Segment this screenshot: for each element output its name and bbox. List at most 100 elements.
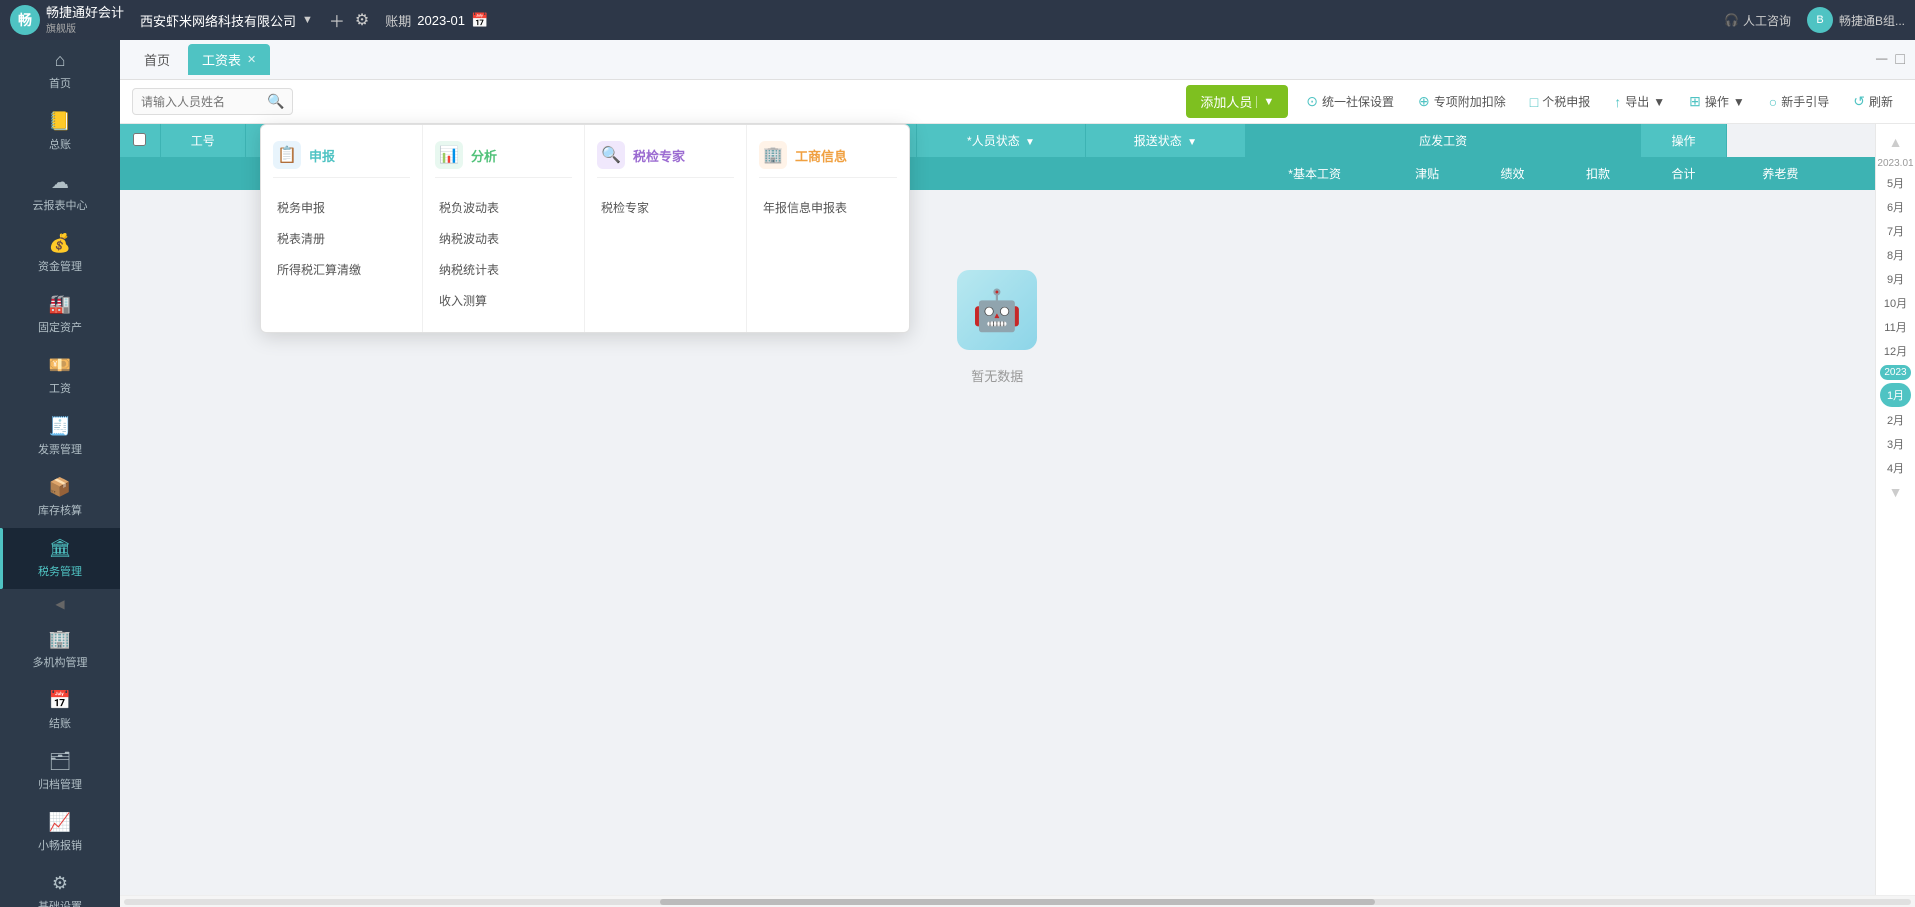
invoice-icon: 🧾	[49, 416, 71, 437]
timeline-up-nav[interactable]: ▲	[1885, 130, 1907, 154]
tab-salary-close[interactable]: ✕	[247, 53, 256, 66]
add-icon[interactable]: ＋	[329, 8, 345, 32]
social-security-icon: ⊙	[1306, 93, 1318, 110]
sidebar-collapse-btn[interactable]: ◀	[0, 589, 120, 619]
th-checkbox[interactable]	[120, 124, 160, 157]
sidebar-item-ledger[interactable]: 📒 总账	[0, 101, 120, 162]
tax-expert-header-icon: 🔍	[597, 141, 625, 169]
timeline-month-9[interactable]: 9月	[1876, 267, 1915, 291]
th-person-status: *人员状态 ▼	[917, 124, 1086, 157]
timeline-month-4[interactable]: 4月	[1876, 456, 1915, 480]
sidebar-item-tax[interactable]: 🏛 税务管理	[0, 528, 120, 589]
th-allowance: 津贴	[1384, 157, 1469, 190]
menu-item-income-tax-settlement[interactable]: 所得税汇算清缴	[273, 254, 410, 285]
company-dropdown-arrow[interactable]: ▼	[302, 14, 313, 26]
timeline-month-10[interactable]: 10月	[1876, 291, 1915, 315]
new-guide-btn[interactable]: ○ 新手引导	[1759, 88, 1839, 115]
operations-dropdown-arrow: ▼	[1733, 95, 1745, 109]
sidebar-item-fund[interactable]: 💰 资金管理	[0, 223, 120, 284]
menu-item-tax-declaration[interactable]: 税务申报	[273, 192, 410, 223]
collapse-icon: ◀	[55, 597, 64, 611]
dropdown-header-analysis: 📊 分析	[435, 141, 572, 178]
empty-text: 暂无数据	[971, 366, 1023, 385]
sidebar-item-invoice[interactable]: 🧾 发票管理	[0, 406, 120, 467]
th-report-status: 报送状态 ▼	[1085, 124, 1245, 157]
tab-minimize-btn[interactable]: ─	[1876, 51, 1887, 69]
add-person-button[interactable]: 添加人员 ▼	[1186, 85, 1288, 118]
sidebar-item-fixed-assets[interactable]: 🏭 固定资产	[0, 284, 120, 345]
topbar-right: 🎧 人工咨询 B 畅捷通B组...	[1724, 7, 1905, 33]
select-all-checkbox[interactable]	[133, 133, 146, 146]
settings-sidebar-icon: ⚙	[52, 873, 68, 894]
menu-item-income-estimate[interactable]: 收入测算	[435, 285, 572, 316]
logo-icon: 畅	[10, 5, 40, 35]
refresh-btn[interactable]: ↺ 刷新	[1843, 88, 1903, 115]
timeline-month-2[interactable]: 2月	[1876, 408, 1915, 432]
timeline-month-8[interactable]: 8月	[1876, 243, 1915, 267]
ledger-icon: 📒	[49, 111, 71, 132]
timeline-month-7[interactable]: 7月	[1876, 219, 1915, 243]
scroll-track[interactable]	[124, 899, 1911, 905]
company-name: 西安虾米网络科技有限公司	[140, 11, 296, 30]
timeline-month-11[interactable]: 11月	[1876, 315, 1915, 339]
tab-salary[interactable]: 工资表 ✕	[188, 44, 270, 75]
period-label: 账期	[385, 11, 411, 30]
add-person-dropdown-arrow[interactable]: ▼	[1256, 96, 1274, 108]
dropdown-header-tax-expert: 🔍 税检专家	[597, 141, 734, 178]
timeline-month-1[interactable]: 1月	[1880, 383, 1911, 407]
timeline-month-12[interactable]: 12月	[1876, 339, 1915, 363]
timeline-month-5[interactable]: 5月	[1876, 171, 1915, 195]
main-content: 首页 工资表 ✕ ─ □ 🔍 添加人员 ▼ ⊙	[120, 40, 1915, 907]
user-menu[interactable]: B 畅捷通B组...	[1807, 7, 1905, 33]
menu-item-tax-payment-trend[interactable]: 纳税波动表	[435, 223, 572, 254]
operations-btn[interactable]: ⊞ 操作 ▼	[1679, 88, 1755, 115]
th-operation: 操作	[1641, 124, 1726, 157]
sidebar-label-inventory: 库存核算	[38, 502, 82, 518]
sidebar-item-closing[interactable]: 📅 结账	[0, 680, 120, 741]
sidebar-item-archive[interactable]: 🗂 归档管理	[0, 741, 120, 802]
menu-item-tax-statistics[interactable]: 纳税统计表	[435, 254, 572, 285]
analysis-title: 分析	[471, 146, 497, 165]
headset-icon: 🎧	[1724, 13, 1739, 27]
username: 畅捷通B组...	[1839, 12, 1905, 29]
tax-return-btn[interactable]: □ 个税申报	[1520, 88, 1600, 115]
sidebar-item-salary[interactable]: 💴 工资	[0, 345, 120, 406]
xiaochang-icon: 📈	[49, 812, 71, 833]
cloud-icon: ☁	[51, 172, 69, 193]
help-button[interactable]: 🎧 人工咨询	[1724, 12, 1791, 29]
toolbar-actions: ⊙ 统一社保设置 ⊕ 专项附加扣除 □ 个税申报 ↑ 导出 ▼ ⊞	[1296, 88, 1903, 115]
special-deduction-icon: ⊕	[1418, 93, 1430, 110]
special-deduction-btn[interactable]: ⊕ 专项附加扣除	[1408, 88, 1516, 115]
bottom-scrollbar[interactable]	[120, 895, 1915, 907]
timeline-down-nav[interactable]: ▼	[1885, 480, 1907, 504]
sidebar-item-xiaochang[interactable]: 📈 小畅报销	[0, 802, 120, 863]
settings-icon[interactable]: ⚙	[355, 10, 369, 30]
search-input[interactable]	[141, 95, 261, 109]
period-selector[interactable]: 账期 2023-01 📅	[385, 11, 488, 30]
calendar-icon[interactable]: 📅	[471, 12, 488, 29]
inventory-icon: 📦	[49, 477, 71, 498]
export-btn[interactable]: ↑ 导出 ▼	[1604, 88, 1675, 115]
tab-maximize-btn[interactable]: □	[1895, 51, 1905, 69]
timeline-month-3[interactable]: 3月	[1876, 432, 1915, 456]
sidebar-item-cloud-report[interactable]: ☁ 云报表中心	[0, 162, 120, 223]
sidebar-label-multi-org: 多机构管理	[33, 654, 88, 670]
menu-item-tax-burden-trend[interactable]: 税负波动表	[435, 192, 572, 223]
salary-icon: 💴	[49, 355, 71, 376]
menu-item-tax-expert[interactable]: 税检专家	[597, 192, 734, 223]
add-person-label: 添加人员	[1200, 92, 1252, 111]
sidebar-item-multi-org[interactable]: 🏢 多机构管理	[0, 619, 120, 680]
business-info-header-icon: 🏢	[759, 141, 787, 169]
search-icon: 🔍	[267, 93, 284, 110]
social-security-btn[interactable]: ⊙ 统一社保设置	[1296, 88, 1404, 115]
sidebar-item-inventory[interactable]: 📦 库存核算	[0, 467, 120, 528]
menu-item-tax-booklet[interactable]: 税表清册	[273, 223, 410, 254]
sidebar-item-home[interactable]: ⌂ 首页	[0, 40, 120, 101]
sidebar-item-settings[interactable]: ⚙ 基础设置	[0, 863, 120, 907]
timeline-month-6[interactable]: 6月	[1876, 195, 1915, 219]
dropdown-col-business-info: 🏢 工商信息 年报信息申报表	[747, 125, 909, 332]
menu-item-annual-report[interactable]: 年报信息申报表	[759, 192, 897, 223]
tab-home[interactable]: 首页	[130, 44, 184, 75]
company-selector[interactable]: 西安虾米网络科技有限公司 ▼	[140, 11, 313, 30]
avatar: B	[1807, 7, 1833, 33]
